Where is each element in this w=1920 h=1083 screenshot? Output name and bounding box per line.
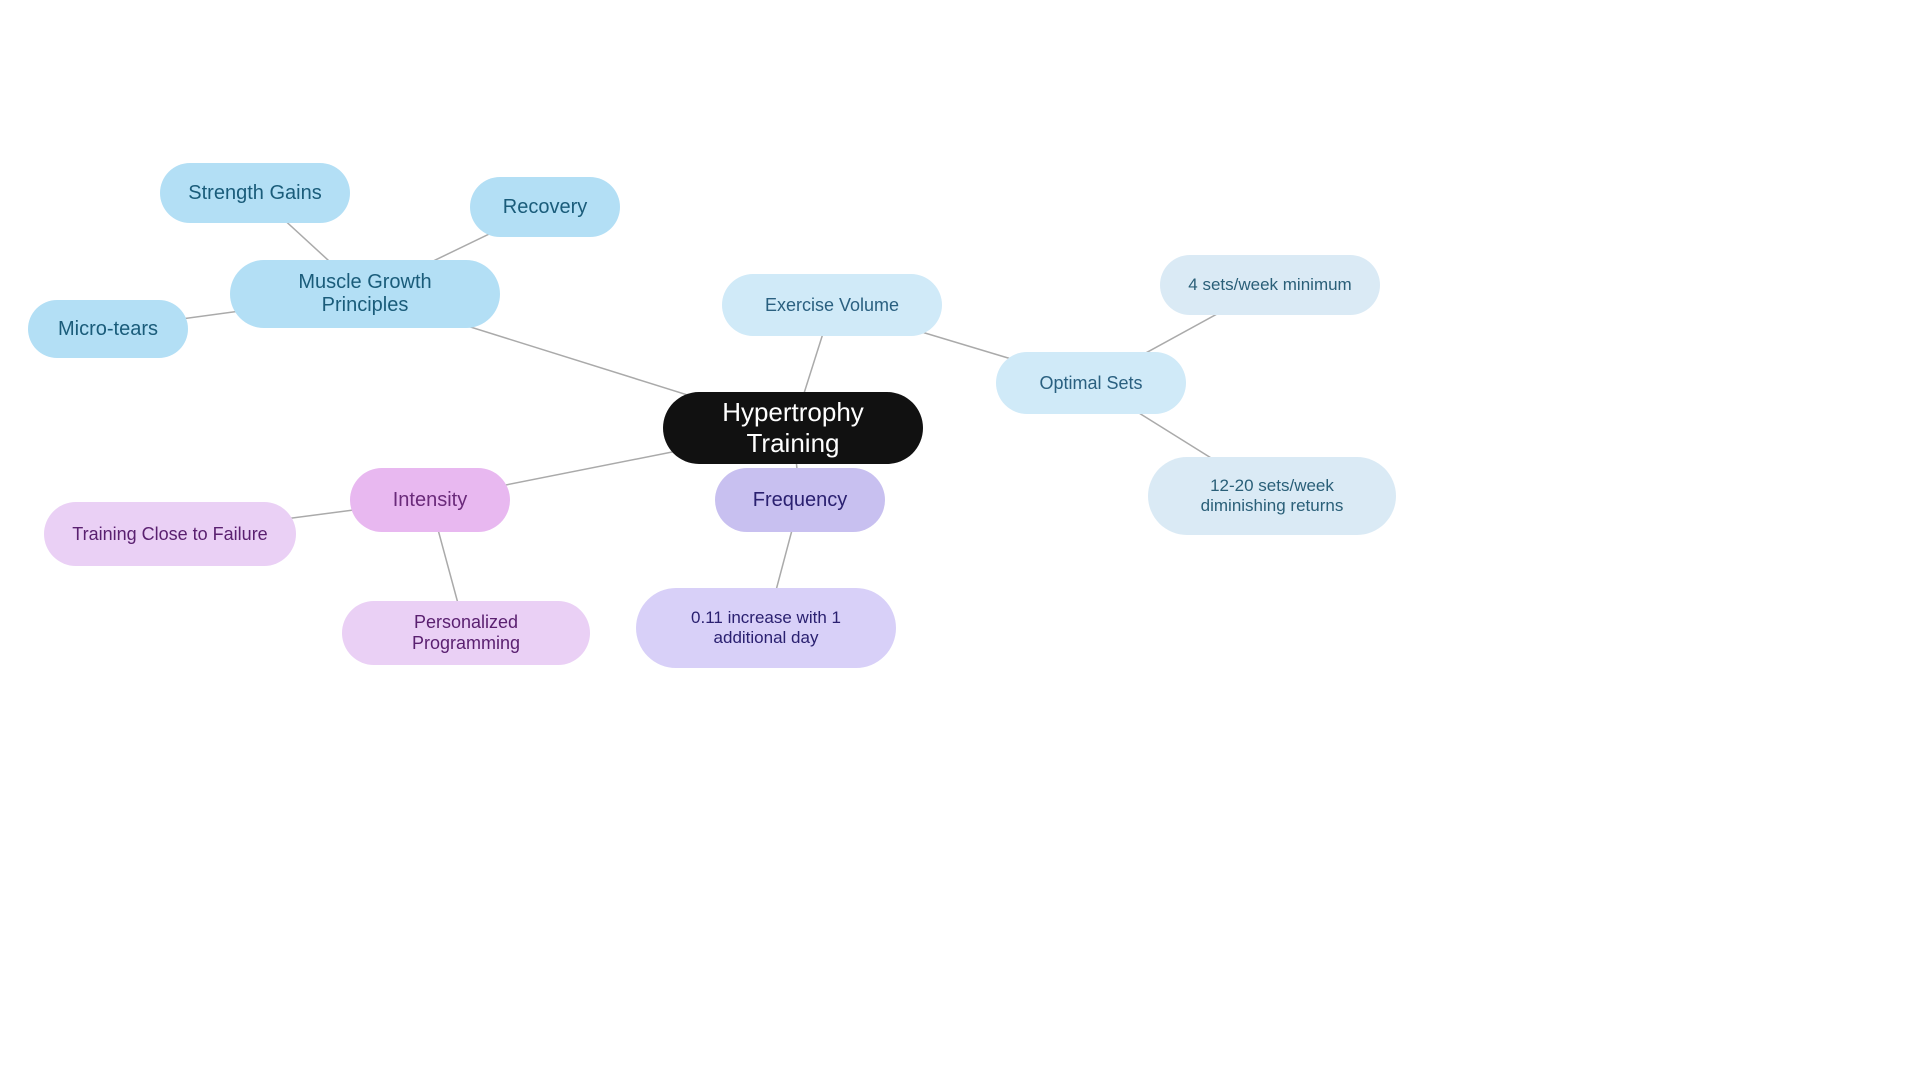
strength-gains-node[interactable]: Strength Gains xyxy=(160,163,350,223)
training-failure-node[interactable]: Training Close to Failure xyxy=(44,502,296,566)
personalized-programming-node[interactable]: Personalized Programming xyxy=(342,601,590,665)
muscle-growth-node[interactable]: Muscle Growth Principles xyxy=(230,260,500,328)
recovery-node[interactable]: Recovery xyxy=(470,177,620,237)
four-sets-node[interactable]: 4 sets/week minimum xyxy=(1160,255,1380,315)
optimal-sets-node[interactable]: Optimal Sets xyxy=(996,352,1186,414)
micro-tears-node[interactable]: Micro-tears xyxy=(28,300,188,358)
freq-increase-node[interactable]: 0.11 increase with 1 additional day xyxy=(636,588,896,668)
center-node[interactable]: Hypertrophy Training xyxy=(663,392,923,464)
frequency-node[interactable]: Frequency xyxy=(715,468,885,532)
intensity-node[interactable]: Intensity xyxy=(350,468,510,532)
exercise-volume-node[interactable]: Exercise Volume xyxy=(722,274,942,336)
twelve-sets-node[interactable]: 12-20 sets/week diminishing returns xyxy=(1148,457,1396,535)
